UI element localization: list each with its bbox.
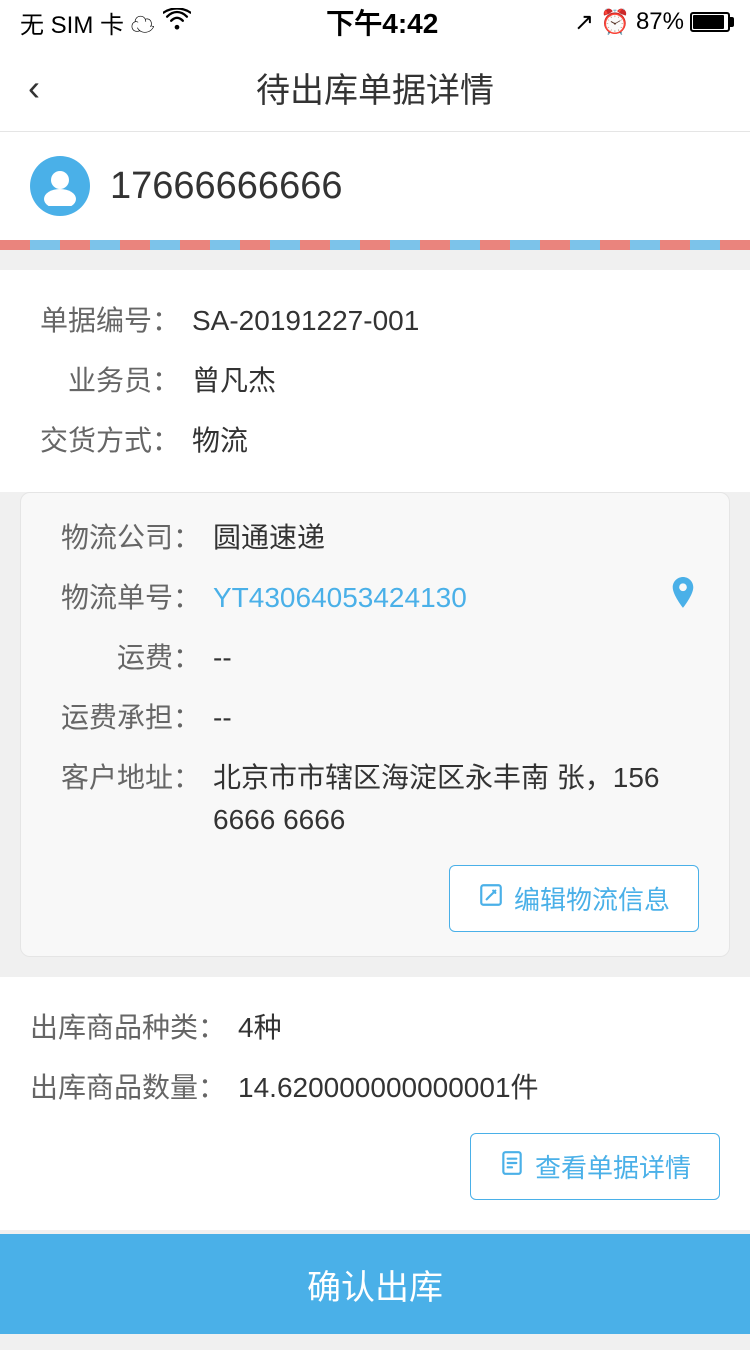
freight-bear-row: 运费承担： --	[51, 697, 699, 739]
freight-row: 运费： --	[51, 637, 699, 679]
summary-section: 出库商品种类： 4种 出库商品数量： 14.620000000000001件 查…	[0, 977, 750, 1230]
logistics-tracking-row: 物流单号： YT43064053424130	[51, 577, 699, 619]
goods-quantity-value: 14.620000000000001件	[238, 1067, 720, 1109]
status-right: ↗ ⏰ 87%	[574, 8, 730, 37]
delivery-label: 交货方式：	[30, 420, 180, 462]
sim-status: 无 SIM 卡 ☁	[20, 5, 155, 40]
logistics-company-value: 圆通速递	[213, 517, 699, 559]
customer-header: 17666666666	[0, 132, 750, 240]
alarm-icon: ⏰	[600, 8, 630, 37]
view-details-label: 查看单据详情	[535, 1148, 691, 1185]
order-number-row: 单据编号： SA-20191227-001	[30, 300, 720, 342]
customer-phone: 17666666666	[110, 165, 342, 208]
status-left: 无 SIM 卡 ☁	[20, 5, 191, 40]
freight-bear-value: --	[213, 697, 699, 739]
location-pin-icon[interactable]	[667, 577, 699, 613]
goods-type-row: 出库商品种类： 4种	[30, 1007, 720, 1049]
edit-logistics-label: 编辑物流信息	[514, 880, 670, 917]
dashed-divider	[0, 240, 750, 250]
order-info-section: 单据编号： SA-20191227-001 业务员： 曾凡杰 交货方式： 物流	[0, 270, 750, 492]
nav-bar: ‹ 待出库单据详情	[0, 44, 750, 132]
wifi-icon	[163, 8, 191, 37]
back-button[interactable]: ‹	[28, 67, 40, 109]
freight-label: 运费：	[51, 637, 201, 679]
goods-type-label: 出库商品种类：	[30, 1007, 226, 1049]
freight-value: --	[213, 637, 699, 679]
document-icon	[499, 1150, 525, 1183]
goods-quantity-label: 出库商品数量：	[30, 1067, 226, 1109]
battery-icon	[690, 12, 730, 32]
goods-type-value: 4种	[238, 1007, 720, 1049]
status-bar: 无 SIM 卡 ☁ 下午4:42 ↗ ⏰ 87%	[0, 0, 750, 44]
salesman-label: 业务员：	[30, 360, 180, 402]
delivery-row: 交货方式： 物流	[30, 420, 720, 462]
order-number-label: 单据编号：	[30, 300, 180, 342]
address-label: 客户地址：	[51, 757, 201, 799]
edit-logistics-button[interactable]: 编辑物流信息	[449, 865, 699, 932]
address-row: 客户地址： 北京市市辖区海淀区永丰南 张，156 6666 6666	[51, 757, 699, 841]
logistics-tracking-label: 物流单号：	[51, 577, 201, 619]
view-details-button[interactable]: 查看单据详情	[470, 1133, 720, 1200]
logistics-company-row: 物流公司： 圆通速递	[51, 517, 699, 559]
section-divider	[0, 957, 750, 977]
confirm-outbound-button[interactable]: 确认出库	[0, 1234, 750, 1334]
location-icon: ↗	[574, 8, 594, 37]
logistics-company-label: 物流公司：	[51, 517, 201, 559]
status-time: 下午4:42	[326, 2, 438, 42]
delivery-value: 物流	[192, 420, 720, 462]
logistics-tracking-value: YT43064053424130	[213, 577, 655, 619]
logistics-card: 物流公司： 圆通速递 物流单号： YT43064053424130 运费： --…	[20, 492, 730, 957]
goods-quantity-row: 出库商品数量： 14.620000000000001件	[30, 1067, 720, 1109]
battery-percent: 87%	[636, 8, 684, 36]
salesman-value: 曾凡杰	[192, 360, 720, 402]
edit-icon	[478, 882, 504, 915]
salesman-row: 业务员： 曾凡杰	[30, 360, 720, 402]
page-title: 待出库单据详情	[256, 63, 494, 112]
order-number-value: SA-20191227-001	[192, 300, 720, 342]
avatar	[30, 156, 90, 216]
edit-btn-row: 编辑物流信息	[51, 865, 699, 932]
view-btn-row: 查看单据详情	[30, 1133, 720, 1200]
bottom-area: 确认出库	[0, 1234, 750, 1334]
address-value: 北京市市辖区海淀区永丰南 张，156 6666 6666	[213, 757, 699, 841]
freight-bear-label: 运费承担：	[51, 697, 201, 739]
